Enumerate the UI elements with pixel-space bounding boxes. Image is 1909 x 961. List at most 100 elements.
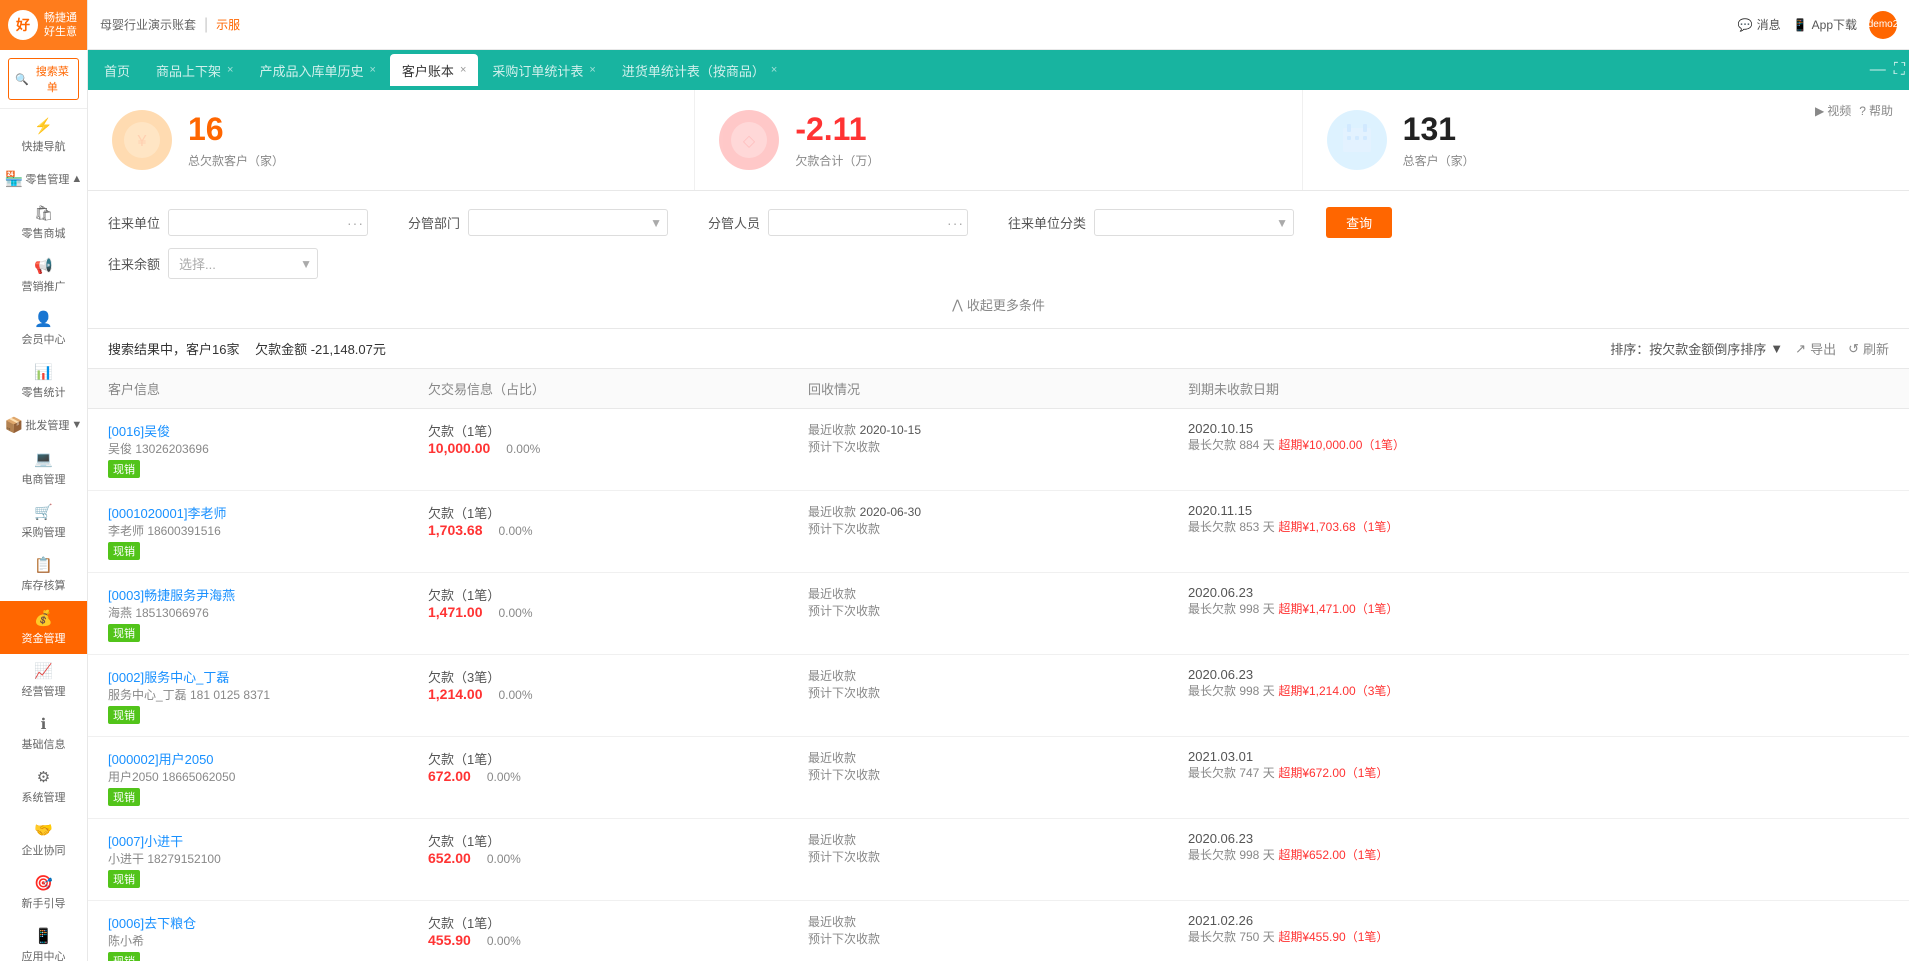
basic-info-icon: ℹ	[41, 715, 47, 733]
tab-purchase-order-stats[interactable]: 采购订单统计表 ×	[480, 54, 607, 86]
sidebar-item-basic-info[interactable]: ℹ 基础信息	[0, 707, 87, 760]
customer-tag-3: 现销	[108, 706, 140, 724]
sidebar-item-quick-nav[interactable]: ⚡ 快捷导航	[0, 109, 87, 162]
tab-close-2[interactable]: ×	[369, 64, 375, 76]
customer-phone-2: 海燕 18513066976	[108, 604, 428, 621]
category-select-wrapper: ▼	[1094, 209, 1294, 236]
overdue-link-1[interactable]: 超期¥1,703.68（1笔）	[1278, 520, 1398, 534]
overdue-link-3[interactable]: 超期¥1,214.00（3笔）	[1278, 684, 1398, 698]
customer-input-wrapper: ···	[168, 209, 368, 236]
sidebar-item-enterprise-collab[interactable]: 🤝 企业协同	[0, 813, 87, 866]
overdue-link-0[interactable]: 超期¥10,000.00（1笔）	[1278, 438, 1405, 452]
customer-tag-1: 现销	[108, 542, 140, 560]
sidebar-item-wholesale[interactable]: 📦 批发管理 ▼	[0, 408, 87, 442]
tab-product-listing[interactable]: 商品上下架 ×	[144, 54, 245, 86]
overdue-link-6[interactable]: 超期¥455.90（1笔）	[1278, 930, 1388, 944]
chevron-icon: ▲	[71, 173, 82, 185]
sidebar-item-app-center[interactable]: 📱 应用中心	[0, 919, 87, 961]
app-download-btn[interactable]: 📱 App下载	[1793, 16, 1857, 33]
customer-phone-1: 李老师 18600391516	[108, 522, 428, 539]
col-header-overdue: 到期未收款日期	[1188, 379, 1889, 398]
customer-name-1[interactable]: [0001020001]李老师	[108, 506, 227, 521]
table-row-4: [000002]用户2050 用户2050 18665062050 现销 欠款（…	[88, 737, 1909, 819]
category-chevron-icon[interactable]: ▼	[1276, 216, 1288, 230]
customer-name-6[interactable]: [0006]去下粮仓	[108, 916, 196, 931]
collect-cell-5: 最近收款 预计下次收款	[808, 831, 1188, 865]
user-menu[interactable]: demo2	[1869, 11, 1897, 39]
inventory-icon: 📋	[34, 556, 53, 574]
overdue-cell-6: 2021.02.26 最长欠款 750 天 超期¥455.90（1笔）	[1188, 913, 1889, 945]
person-dots-btn[interactable]: ···	[947, 215, 964, 231]
customer-name-3[interactable]: [0002]服务中心_丁磊	[108, 670, 229, 685]
tab-inbound-stats[interactable]: 进货单统计表（按商品） ×	[610, 54, 789, 86]
overdue-link-2[interactable]: 超期¥1,471.00（1笔）	[1278, 602, 1398, 616]
overdue-link-4[interactable]: 超期¥672.00（1笔）	[1278, 766, 1388, 780]
table-row-1: [0001020001]李老师 李老师 18600391516 现销 欠款（1笔…	[88, 491, 1909, 573]
content: ¥ 16 总欠款客户（家） ◇	[88, 90, 1909, 961]
collect-cell-3: 最近收款 预计下次收款	[808, 667, 1188, 701]
tab-close-5[interactable]: ×	[771, 64, 777, 76]
tab-close-1[interactable]: ×	[227, 64, 233, 76]
sort-selector[interactable]: 排序：按欠款金额倒序排序 ▼	[1610, 339, 1783, 358]
refresh-btn[interactable]: ↺ 刷新	[1848, 339, 1889, 358]
customer-name-0[interactable]: [0016]吴俊	[108, 424, 170, 439]
customer-name-4[interactable]: [000002]用户2050	[108, 752, 214, 767]
divider: |	[204, 16, 208, 34]
customer-name-5[interactable]: [0007]小进干	[108, 834, 183, 849]
sidebar-search-area: 🔍 搜索菜单	[0, 50, 87, 109]
filter-item-category: 往来单位分类 ▼	[1008, 209, 1294, 236]
filter-collapse-btn[interactable]: ⋀ 收起更多条件	[108, 289, 1889, 320]
export-btn[interactable]: ↗ 导出	[1795, 339, 1836, 358]
help-icon: ?	[1859, 104, 1866, 118]
customer-name-2[interactable]: [0003]畅捷服务尹海燕	[108, 588, 235, 603]
customer-phone-4: 用户2050 18665062050	[108, 768, 428, 785]
tabbar-actions: — ⛶	[1870, 61, 1905, 79]
customer-input[interactable]	[168, 209, 368, 236]
total-customers-value: 131	[1403, 111, 1475, 148]
minimize-btn[interactable]: —	[1870, 61, 1886, 79]
sidebar-item-retail-mgmt[interactable]: 🏪 零售管理 ▲	[0, 162, 87, 196]
customer-dots-btn[interactable]: ···	[347, 215, 364, 231]
sidebar-item-finance[interactable]: 💰 资金管理	[0, 601, 87, 654]
total-debt-icon: ◇	[719, 110, 779, 170]
sidebar-item-inventory[interactable]: 📋 库存核算	[0, 548, 87, 601]
tab-close-4[interactable]: ×	[589, 64, 595, 76]
total-debt-label: 欠款合计（万）	[795, 152, 879, 169]
operations-icon: 📈	[34, 662, 53, 680]
debtors-value: 16	[188, 111, 284, 148]
tab-customer-account[interactable]: 客户账本 ×	[390, 54, 478, 86]
debt-cell-3: 欠款（3笔） 1,214.00 0.00%	[428, 667, 808, 702]
stat-card-total-customers: 131 总客户（家） ▶ 视频 ? 帮助	[1303, 90, 1909, 190]
sidebar-item-operations[interactable]: 📈 经营管理	[0, 654, 87, 707]
customer-cell-5: [0007]小进干 小进干 18279152100 现销	[108, 831, 428, 888]
customer-cell-0: [0016]吴俊 吴俊 13026203696 现销	[108, 421, 428, 478]
sidebar-item-member[interactable]: 👤 会员中心	[0, 302, 87, 355]
sidebar-item-purchase[interactable]: 🛒 采购管理	[0, 495, 87, 548]
filter-item-department: 分管部门 ▼	[408, 209, 668, 236]
sidebar-item-system[interactable]: ⚙ 系统管理	[0, 760, 87, 813]
message-btn[interactable]: 💬 消息	[1738, 16, 1781, 33]
tab-production-history[interactable]: 产成品入库单历史 ×	[247, 54, 387, 86]
balance-select[interactable]: 选择...	[168, 248, 318, 279]
debt-cell-4: 欠款（1笔） 672.00 0.00%	[428, 749, 808, 784]
company-selector[interactable]: 母婴行业演示账套	[100, 16, 196, 33]
department-input[interactable]	[468, 209, 668, 236]
tab-home[interactable]: 首页	[92, 54, 142, 86]
tab-close-3[interactable]: ×	[460, 64, 466, 76]
sidebar-item-marketing[interactable]: 📢 营销推广	[0, 249, 87, 302]
sidebar-item-retail-stats[interactable]: 📊 零售统计	[0, 355, 87, 408]
help-helper-btn[interactable]: ? 帮助	[1859, 102, 1893, 119]
sidebar-item-retail-mall[interactable]: 🛍 零售商城	[0, 196, 87, 249]
person-input[interactable]	[768, 209, 968, 236]
category-input[interactable]	[1094, 209, 1294, 236]
overdue-link-5[interactable]: 超期¥652.00（1笔）	[1278, 848, 1388, 862]
query-button[interactable]: 查询	[1326, 207, 1392, 238]
department-chevron-icon[interactable]: ▼	[650, 216, 662, 230]
balance-chevron-icon[interactable]: ▼	[300, 257, 312, 271]
video-helper-btn[interactable]: ▶ 视频	[1815, 102, 1851, 119]
search-menu-button[interactable]: 🔍 搜索菜单	[8, 58, 79, 100]
sidebar-item-guide[interactable]: 🎯 新手引导	[0, 866, 87, 919]
maximize-btn[interactable]: ⛶	[1894, 61, 1905, 79]
debtors-info: 16 总欠款客户（家）	[188, 111, 284, 169]
sidebar-item-ecommerce[interactable]: 💻 电商管理	[0, 442, 87, 495]
